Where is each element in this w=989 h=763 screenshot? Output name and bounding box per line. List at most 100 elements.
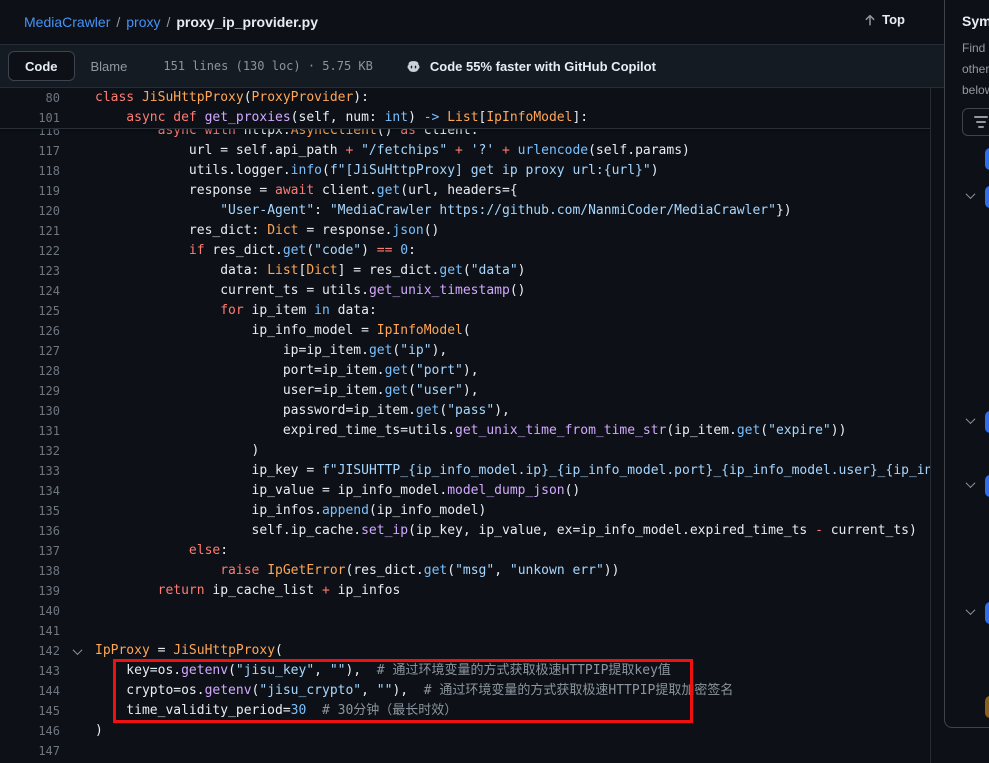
- sticky-context-lines: 80class JiSuHttpProxy(ProxyProvider):101…: [0, 88, 930, 129]
- code-line-118: 118 utils.logger.info(f"[JiSuHttpProxy] …: [0, 161, 930, 181]
- code-text: ): [95, 441, 259, 461]
- line-number-122[interactable]: 122: [0, 241, 60, 261]
- line-number-147[interactable]: 147: [0, 741, 60, 761]
- code-text: response = await client.get(url, headers…: [95, 181, 518, 201]
- line-number-138[interactable]: 138: [0, 561, 60, 581]
- chevron-down-icon[interactable]: [966, 478, 976, 488]
- code-line-127: 127 ip=ip_item.get("ip"),: [0, 341, 930, 361]
- code-line-145: 145 time_validity_period=30 # 30分钟（最长时效）: [0, 701, 930, 721]
- line-number-126[interactable]: 126: [0, 321, 60, 341]
- line-number-137[interactable]: 137: [0, 541, 60, 561]
- line-number-129[interactable]: 129: [0, 381, 60, 401]
- line-gutter: [60, 621, 95, 641]
- line-number-133[interactable]: 133: [0, 461, 60, 481]
- back-to-top-button[interactable]: Top: [863, 12, 905, 27]
- line-number-119[interactable]: 119: [0, 181, 60, 201]
- line-number-146[interactable]: 146: [0, 721, 60, 741]
- line-number-136[interactable]: 136: [0, 521, 60, 541]
- code-text: utils.logger.info(f"[JiSuHttpProxy] get …: [95, 161, 659, 181]
- code-line-119: 119 response = await client.get(url, hea…: [0, 181, 930, 201]
- symbol-tree-item[interactable]: [945, 475, 989, 497]
- chevron-down-icon[interactable]: [966, 605, 976, 615]
- line-number-144[interactable]: 144: [0, 681, 60, 701]
- line-gutter: [60, 261, 95, 281]
- line-gutter: [60, 281, 95, 301]
- line-gutter: [60, 381, 95, 401]
- symbols-description-line: Find definitions and references for func…: [962, 38, 989, 59]
- code-text: raise IpGetError(res_dict.get("msg", "un…: [95, 561, 619, 581]
- code-line-138: 138 raise IpGetError(res_dict.get("msg",…: [0, 561, 930, 581]
- line-number-118[interactable]: 118: [0, 161, 60, 181]
- file-meta-info: 151 lines (130 loc) · 5.75 KB: [163, 59, 373, 73]
- code-text: data: List[Dict] = res_dict.get("data"): [95, 261, 526, 281]
- line-gutter: [60, 521, 95, 541]
- line-number-142[interactable]: 142: [0, 641, 60, 661]
- code-text: current_ts = utils.get_unix_timestamp(): [95, 281, 525, 301]
- line-gutter: [60, 88, 95, 108]
- symbol-kind-icon: [985, 475, 989, 497]
- line-number-128[interactable]: 128: [0, 361, 60, 381]
- code-line-146: 146): [0, 721, 930, 741]
- line-gutter: [60, 721, 95, 741]
- symbols-filter-button[interactable]: [962, 108, 989, 136]
- line-number-125[interactable]: 125: [0, 301, 60, 321]
- line-number-124[interactable]: 124: [0, 281, 60, 301]
- line-number-140[interactable]: 140: [0, 601, 60, 621]
- line-gutter: [60, 481, 95, 501]
- line-number-130[interactable]: 130: [0, 401, 60, 421]
- chevron-down-icon[interactable]: [966, 414, 976, 424]
- code-line-122: 122 if res_dict.get("code") == 0:: [0, 241, 930, 261]
- line-number-117[interactable]: 117: [0, 141, 60, 161]
- line-number-123[interactable]: 123: [0, 261, 60, 281]
- tab-blame[interactable]: Blame: [75, 51, 144, 81]
- line-gutter: [60, 241, 95, 261]
- line-number-134[interactable]: 134: [0, 481, 60, 501]
- line-gutter: [60, 201, 95, 221]
- code-line-132: 132 ): [0, 441, 930, 461]
- code-text: if res_dict.get("code") == 0:: [95, 241, 416, 261]
- tab-code[interactable]: Code: [8, 51, 75, 81]
- line-number-116[interactable]: 116: [0, 129, 60, 141]
- line-gutter: [60, 741, 95, 761]
- line-number-141[interactable]: 141: [0, 621, 60, 641]
- code-line-143: 143 key=os.getenv("jisu_key", ""), # 通过环…: [0, 661, 930, 681]
- line-number-80[interactable]: 80: [0, 88, 60, 108]
- line-number-132[interactable]: 132: [0, 441, 60, 461]
- code-line-134: 134 ip_value = ip_info_model.model_dump_…: [0, 481, 930, 501]
- symbol-tree-item[interactable]: [945, 411, 989, 433]
- line-number-131[interactable]: 131: [0, 421, 60, 441]
- line-gutter: [60, 141, 95, 161]
- code-line-147: 147: [0, 741, 930, 761]
- code-line-126: 126 ip_info_model = IpInfoModel(: [0, 321, 930, 341]
- line-number-121[interactable]: 121: [0, 221, 60, 241]
- line-number-120[interactable]: 120: [0, 201, 60, 221]
- symbol-tree-item[interactable]: [945, 602, 989, 624]
- code-text: ip_key = f"JISUHTTP_{ip_info_model.ip}_{…: [95, 461, 931, 481]
- symbol-tree-item[interactable]: [945, 696, 989, 718]
- chevron-down-icon[interactable]: [966, 189, 976, 199]
- code-line-136: 136 self.ip_cache.set_ip(ip_key, ip_valu…: [0, 521, 930, 541]
- copilot-banner-text: Code 55% faster with GitHub Copilot: [430, 59, 656, 74]
- symbol-tree-item[interactable]: [945, 148, 989, 170]
- symbols-panel-description: Find definitions and references for func…: [962, 38, 989, 101]
- line-gutter: [60, 401, 95, 421]
- line-number-101[interactable]: 101: [0, 108, 60, 128]
- line-number-127[interactable]: 127: [0, 341, 60, 361]
- copilot-banner[interactable]: Code 55% faster with GitHub Copilot: [405, 59, 656, 74]
- code-text: self.ip_cache.set_ip(ip_key, ip_value, e…: [95, 521, 917, 541]
- github-file-view: MediaCrawler / proxy / proxy_ip_provider…: [0, 0, 989, 763]
- line-gutter: [60, 641, 95, 661]
- breadcrumb-repo-link[interactable]: MediaCrawler: [24, 14, 110, 30]
- line-gutter: [60, 341, 95, 361]
- breadcrumb-folder-link[interactable]: proxy: [126, 14, 160, 30]
- collapse-chevron-icon[interactable]: [73, 645, 83, 655]
- line-number-143[interactable]: 143: [0, 661, 60, 681]
- line-number-139[interactable]: 139: [0, 581, 60, 601]
- line-number-145[interactable]: 145: [0, 701, 60, 721]
- symbol-tree-item[interactable]: [945, 186, 989, 208]
- line-gutter: [60, 129, 95, 141]
- code-line-142: 142IpProxy = JiSuHttpProxy(: [0, 641, 930, 661]
- code-line-140: 140: [0, 601, 930, 621]
- symbol-kind-icon: [985, 148, 989, 170]
- line-number-135[interactable]: 135: [0, 501, 60, 521]
